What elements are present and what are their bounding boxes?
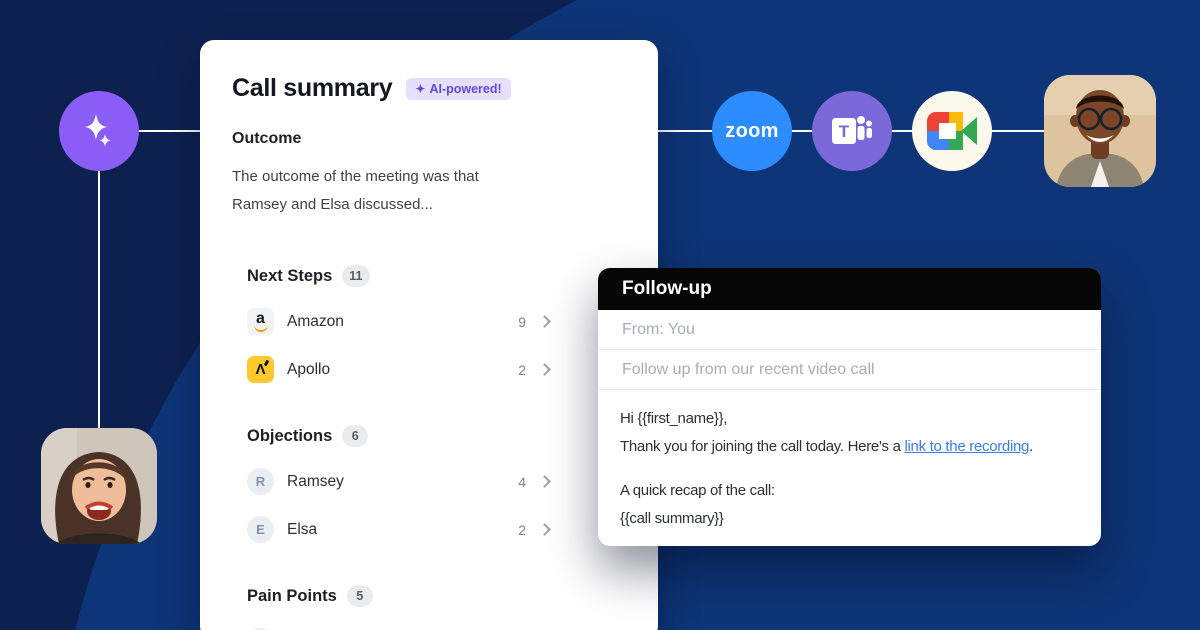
amazon-letter: a [256, 309, 265, 327]
ai-sparkle-bubble [59, 91, 139, 171]
subject-placeholder: Follow up from our recent video call [622, 360, 875, 378]
from-placeholder: From: You [622, 320, 695, 338]
letter-avatar: E [247, 516, 274, 543]
section-count-badge: 11 [342, 265, 370, 287]
list-item-ramsey-objections[interactable]: R Ramsey 4 [247, 468, 551, 495]
thanks-period: . [1029, 438, 1033, 455]
chevron-right-icon [538, 475, 551, 488]
participant-avatar-woman [41, 428, 157, 544]
section-label: Pain Points [247, 586, 337, 605]
apollo-tick [263, 359, 270, 367]
section-count-badge: 6 [342, 425, 369, 447]
outcome-text: The outcome of the meeting was that Rams… [232, 168, 479, 213]
summary-sections: Next Steps 11 a Amazon 9 Λ Apollo 2 Obje… [247, 265, 618, 630]
svg-text:T: T [839, 122, 850, 141]
list-item-label: Ramsey [287, 472, 344, 490]
section-count-badge: 5 [346, 585, 373, 607]
follow-up-header: Follow-up [598, 268, 1101, 310]
email-from-field[interactable]: From: You [598, 310, 1101, 350]
connector-line-vertical [98, 131, 100, 431]
marketing-canvas: Call summary ✦ AI-powered! Outcome The o… [0, 0, 1200, 630]
man-portrait [1044, 75, 1156, 187]
outcome-heading: Outcome [232, 130, 302, 147]
email-greeting: Hi {{first_name}}, [620, 410, 728, 427]
chevron-right-icon [538, 315, 551, 328]
call-summary-card: Call summary ✦ AI-powered! Outcome The o… [200, 40, 658, 630]
amazon-logo-icon: a [247, 308, 274, 335]
list-item-elsa-objections[interactable]: E Elsa 2 [247, 516, 551, 543]
list-item-count: 9 [518, 313, 526, 330]
email-subject-field[interactable]: Follow up from our recent video call [598, 350, 1101, 390]
meet-logo-icon [927, 112, 977, 150]
list-item-count: 4 [518, 473, 526, 490]
participant-avatar-man [1044, 75, 1156, 187]
follow-up-title: Follow-up [622, 278, 712, 299]
list-item-count: 2 [518, 521, 526, 538]
amazon-smile-arrow [253, 325, 268, 332]
section-label: Next Steps [247, 266, 333, 285]
follow-up-email-card: Follow-up From: You Follow up from our r… [598, 268, 1101, 546]
letter-avatar: R [247, 468, 274, 495]
section-label: Objections [247, 426, 333, 445]
list-item-apollo[interactable]: Λ Apollo 2 [247, 356, 551, 383]
chevron-right-icon [538, 363, 551, 376]
page-title: Call summary [232, 74, 393, 102]
section-heading-pain-points: Pain Points 5 [247, 585, 618, 607]
thanks-text: Thank you for joining the call today. He… [620, 438, 905, 455]
zoom-logo-text: zoom [725, 119, 779, 142]
ai-powered-badge-label: AI-powered! [429, 81, 502, 96]
list-item-amazon[interactable]: a Amazon 9 [247, 308, 551, 335]
email-recap-placeholder: {{call summary}} [620, 510, 724, 527]
apollo-logo-icon: Λ [247, 356, 274, 383]
sparkle-icon: ✦ [415, 81, 426, 96]
section-heading-objections: Objections 6 [247, 425, 618, 447]
email-body[interactable]: Hi {{first_name}}, Thank you for joining… [598, 390, 1101, 533]
teams-logo-icon: T [832, 116, 872, 144]
microsoft-teams-app-icon: T [812, 91, 892, 171]
ai-powered-badge: ✦ AI-powered! [406, 77, 511, 100]
zoom-app-icon: zoom [712, 91, 792, 171]
woman-portrait [41, 428, 157, 544]
list-item-label: Apollo [287, 360, 331, 378]
email-recap-line: A quick recap of the call: [620, 482, 775, 499]
section-heading-next-steps: Next Steps 11 [247, 265, 618, 287]
google-meet-app-icon [912, 91, 992, 171]
list-item-label: Amazon [287, 312, 344, 330]
sparkle-icon [85, 114, 111, 147]
list-item-label: Elsa [287, 520, 318, 538]
email-thanks-line: Thank you for joining the call today. He… [620, 433, 1089, 461]
recording-link[interactable]: link to the recording [904, 438, 1029, 455]
list-item-count: 2 [518, 361, 526, 378]
chevron-right-icon [538, 523, 551, 536]
